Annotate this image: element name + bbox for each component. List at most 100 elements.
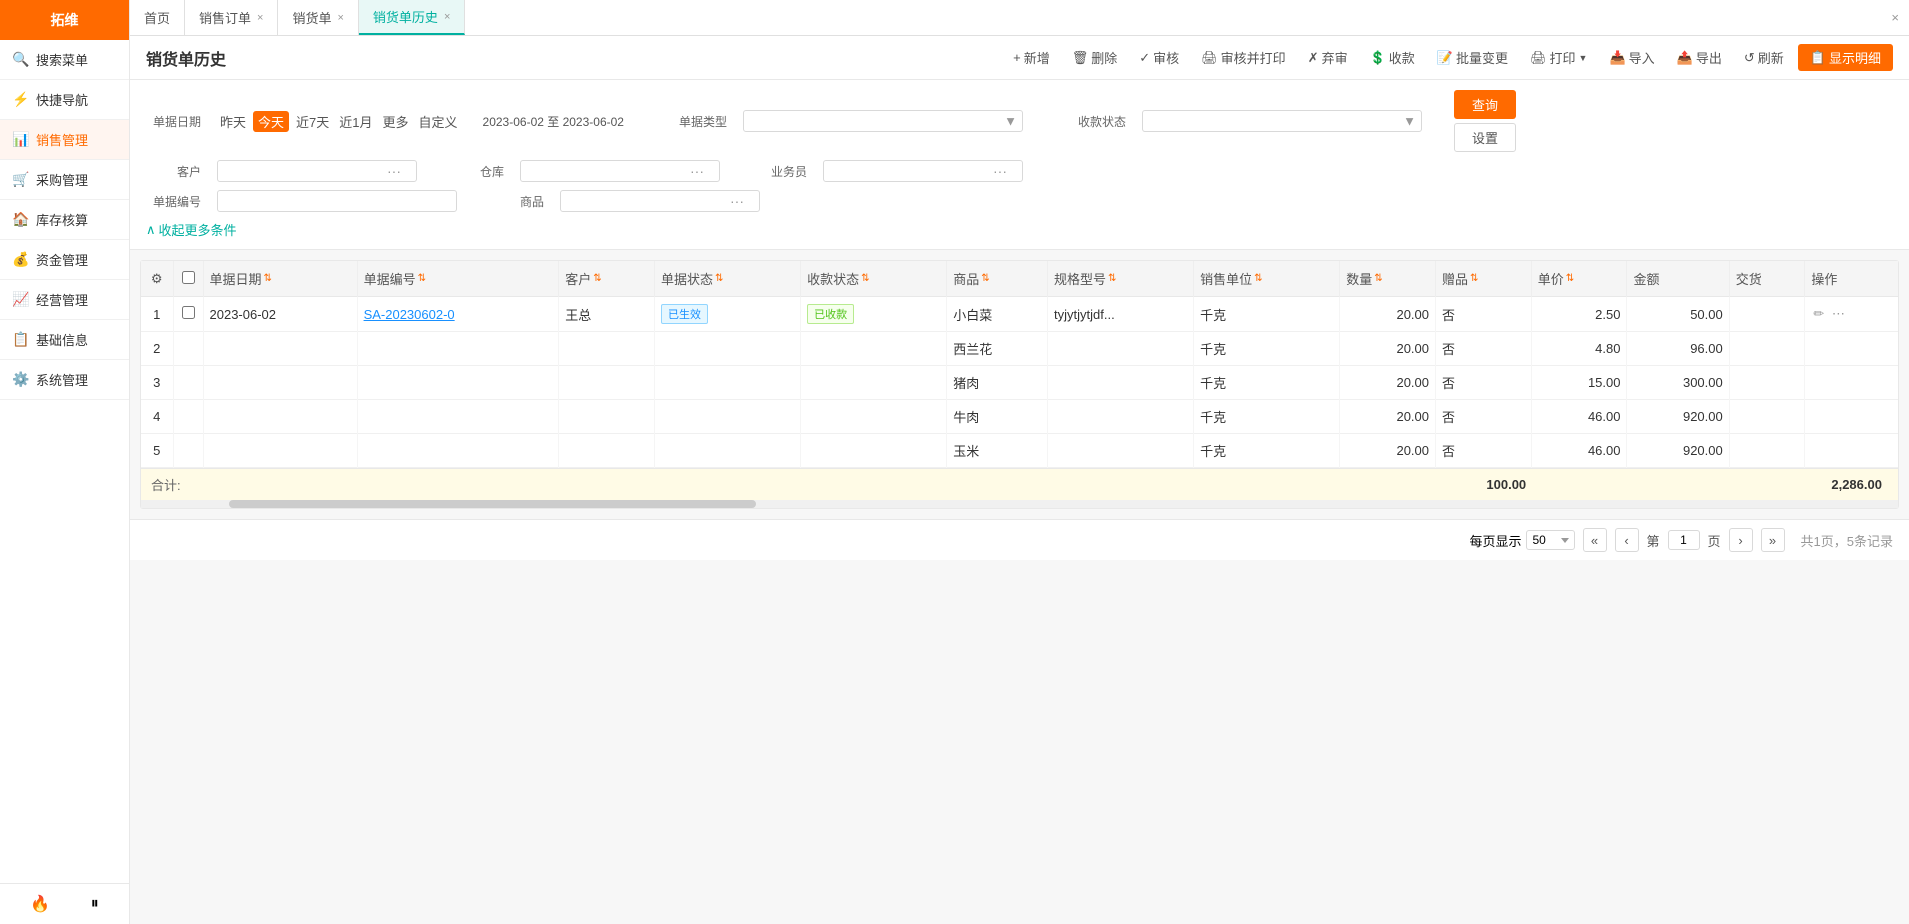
col-goods-header[interactable]: 商品 ⇅ (947, 261, 1048, 297)
table-settings-icon[interactable]: ⚙ (151, 271, 163, 286)
row-number[interactable] (357, 400, 559, 434)
settings-button[interactable]: 设置 (1454, 123, 1516, 152)
row-checkbox[interactable] (182, 306, 195, 319)
last-page-button[interactable]: » (1761, 528, 1785, 552)
sidebar-item-quicknav[interactable]: ⚡ 快捷导航 (0, 80, 129, 120)
query-button[interactable]: 查询 (1454, 90, 1516, 119)
doc-type-input[interactable] (743, 110, 1023, 132)
col-action-label: 操作 (1811, 272, 1837, 287)
docstatus-sort[interactable]: 单据状态 ⇅ (661, 269, 794, 288)
doc-number-input[interactable] (217, 190, 457, 212)
table-header: ⚙ 单据日期 ⇅ (141, 261, 1898, 297)
show-detail-button[interactable]: 📋 显示明细 (1798, 44, 1893, 71)
row-number[interactable] (357, 366, 559, 400)
select-all-checkbox[interactable] (182, 271, 195, 284)
pause-icon[interactable]: ⏸ (91, 895, 99, 913)
sidebar-item-search[interactable]: 🔍 搜索菜单 (0, 40, 129, 80)
shortcut-more[interactable]: 更多 (380, 111, 412, 132)
print-button[interactable]: 🖨 打印 ▼ (1522, 44, 1595, 71)
shortcut-1month[interactable]: 近1月 (336, 111, 375, 132)
qty-sort[interactable]: 数量 ⇅ (1346, 269, 1429, 288)
prev-page-button[interactable]: ‹ (1615, 528, 1639, 552)
row-number[interactable]: SA-20230602-0 (357, 297, 559, 332)
edit-icon[interactable]: ✏ (1813, 306, 1824, 321)
tab-home[interactable]: 首页 (130, 0, 185, 35)
baseinfo-icon: 📋 (12, 331, 28, 348)
tab-sales-order-close[interactable]: × (257, 12, 263, 24)
tab-sales-order[interactable]: 销售订单 × (185, 0, 278, 35)
warehouse-dots[interactable]: ··· (690, 163, 704, 179)
fire-icon[interactable]: 🔥 (30, 894, 50, 914)
sidebar-item-inventory[interactable]: 🏠 库存核算 (0, 200, 129, 240)
row-date: 2023-06-02 (203, 297, 357, 332)
col-qty-header[interactable]: 数量 ⇅ (1340, 261, 1436, 297)
paystatus-sort[interactable]: 收款状态 ⇅ (807, 269, 940, 288)
date-sort[interactable]: 单据日期 ⇅ (210, 269, 351, 288)
shortcut-yesterday[interactable]: 昨天 (217, 111, 249, 132)
col-unit-header[interactable]: 销售单位 ⇅ (1194, 261, 1340, 297)
col-spec-header[interactable]: 规格型号 ⇅ (1048, 261, 1194, 297)
row-number[interactable] (357, 332, 559, 366)
refresh-icon: ↺ (1744, 50, 1755, 66)
goods-sort[interactable]: 商品 ⇅ (953, 269, 1041, 288)
col-date-header[interactable]: 单据日期 ⇅ (203, 261, 357, 297)
salesperson-dots[interactable]: ··· (993, 163, 1007, 179)
col-number-header[interactable]: 单据编号 ⇅ (357, 261, 559, 297)
per-page-select[interactable]: 20 50 100 (1526, 530, 1575, 550)
tab-history-close[interactable]: × (444, 11, 450, 23)
next-page-button[interactable]: › (1729, 528, 1753, 552)
tab-delivery-close[interactable]: × (337, 12, 343, 24)
row-number[interactable] (357, 434, 559, 468)
warehouse-input[interactable] (521, 161, 690, 181)
audit-print-button[interactable]: 🖨 审核并打印 (1193, 44, 1294, 71)
spec-sort[interactable]: 规格型号 ⇅ (1054, 269, 1187, 288)
doc-number-link[interactable]: SA-20230602-0 (364, 307, 455, 322)
salesperson-input[interactable] (824, 161, 993, 181)
tab-history[interactable]: 销货单历史 × (359, 0, 465, 35)
close-all-icon[interactable]: × (1891, 10, 1899, 25)
sidebar-item-purchase[interactable]: 🛒 采购管理 (0, 160, 129, 200)
unit-sort[interactable]: 销售单位 ⇅ (1200, 269, 1333, 288)
sidebar-item-operations[interactable]: 📈 经营管理 (0, 280, 129, 320)
export-button[interactable]: 📤 导出 (1669, 44, 1730, 71)
delete-button[interactable]: 🗑 删除 (1064, 44, 1126, 71)
table-row: 2西兰花千克20.00否4.8096.00 (141, 332, 1898, 366)
col-gift-header[interactable]: 赠品 ⇅ (1436, 261, 1532, 297)
sidebar-item-sales[interactable]: 📊 销售管理 (0, 120, 129, 160)
customer-input[interactable] (218, 161, 387, 181)
customer-sort[interactable]: 客户 ⇅ (565, 269, 648, 288)
sidebar-item-baseinfo[interactable]: 📋 基础信息 (0, 320, 129, 360)
sidebar-item-system[interactable]: ⚙️ 系统管理 (0, 360, 129, 400)
collect-button[interactable]: 💲 收款 (1362, 44, 1423, 71)
shortcut-custom[interactable]: 自定义 (416, 111, 461, 132)
customer-dots[interactable]: ··· (387, 163, 401, 179)
collapse-button[interactable]: ∧ 收起更多条件 (146, 220, 1893, 239)
col-gear[interactable]: ⚙ (141, 261, 173, 297)
col-paystatus-header[interactable]: 收款状态 ⇅ (801, 261, 947, 297)
shortcut-today[interactable]: 今天 (253, 111, 289, 132)
audit-button[interactable]: ✓ 审核 (1131, 44, 1187, 71)
tab-delivery[interactable]: 销货单 × (278, 0, 358, 35)
gift-sort[interactable]: 赠品 ⇅ (1442, 269, 1525, 288)
horizontal-scrollbar[interactable] (141, 500, 1898, 508)
goods-dots[interactable]: ··· (730, 193, 744, 209)
purchase-icon: 🛒 (12, 171, 28, 188)
batch-change-button[interactable]: 📝 批量变更 (1429, 44, 1516, 71)
more-icon[interactable]: ⋯ (1832, 306, 1845, 321)
first-page-button[interactable]: « (1583, 528, 1607, 552)
sidebar-item-finance[interactable]: 💰 资金管理 (0, 240, 129, 280)
number-sort[interactable]: 单据编号 ⇅ (364, 269, 553, 288)
shortcut-7days[interactable]: 近7天 (293, 111, 332, 132)
col-price-header[interactable]: 单价 ⇅ (1531, 261, 1627, 297)
page-number-input[interactable] (1668, 530, 1700, 550)
row-doc-status (654, 332, 800, 366)
payment-status-input[interactable] (1142, 110, 1422, 132)
import-button[interactable]: 📥 导入 (1601, 44, 1662, 71)
add-button[interactable]: + 新增 (1005, 44, 1058, 71)
price-sort[interactable]: 单价 ⇅ (1538, 269, 1621, 288)
col-docstatus-header[interactable]: 单据状态 ⇅ (654, 261, 800, 297)
abandon-button[interactable]: ✗ 弃审 (1300, 44, 1356, 71)
refresh-button[interactable]: ↺ 刷新 (1736, 44, 1792, 71)
goods-input[interactable] (561, 191, 730, 211)
col-customer-header[interactable]: 客户 ⇅ (559, 261, 655, 297)
